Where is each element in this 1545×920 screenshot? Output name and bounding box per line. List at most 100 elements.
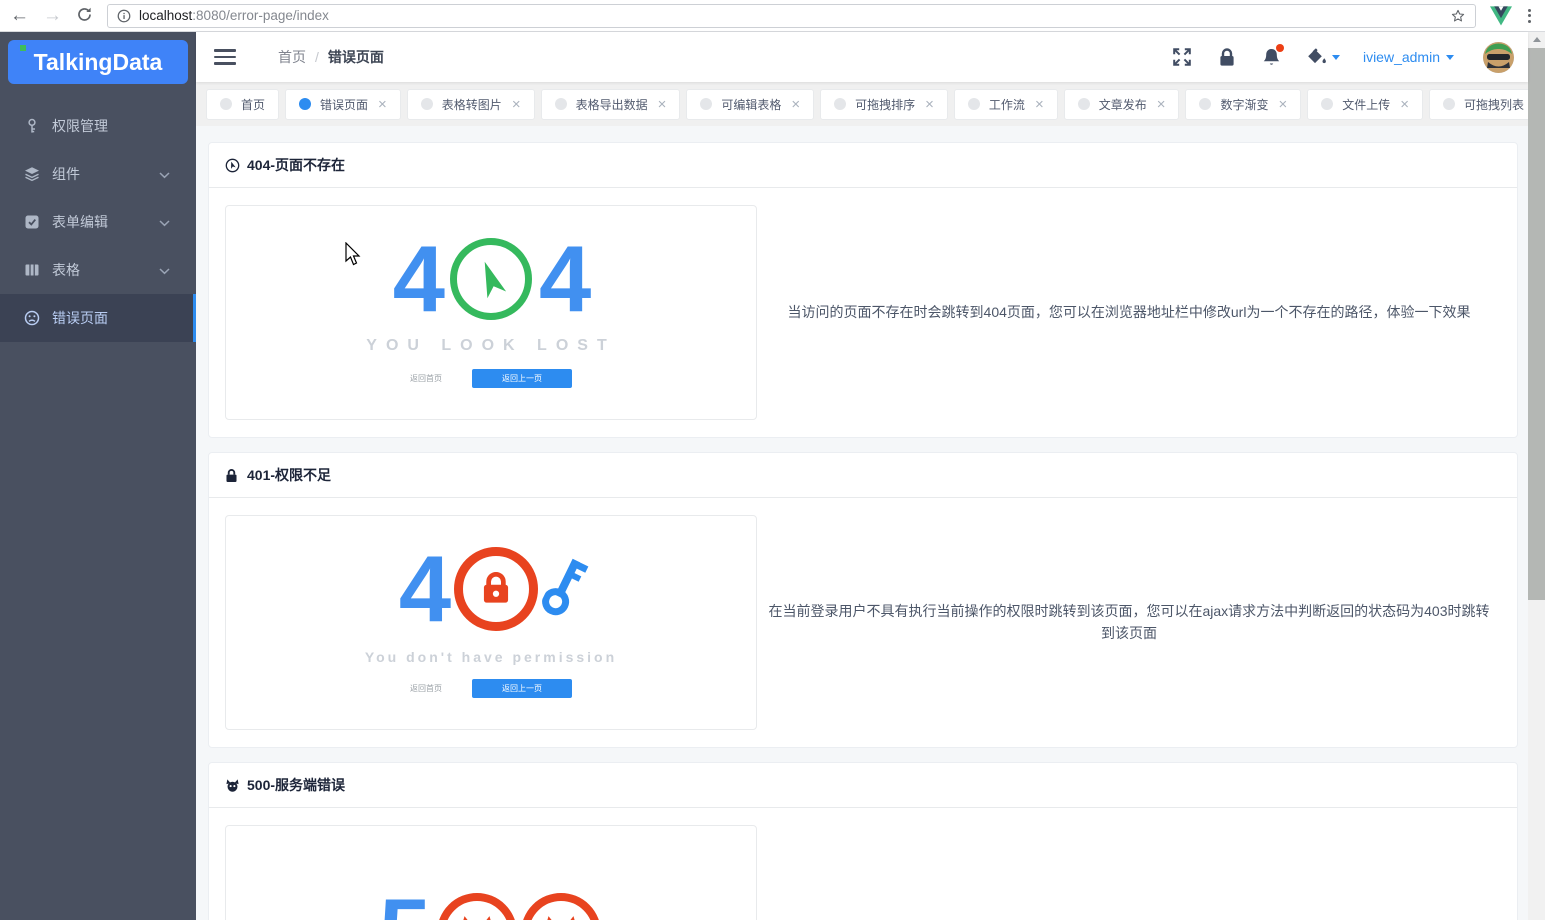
close-icon[interactable]: ×: [658, 97, 667, 112]
fullscreen-icon[interactable]: [1171, 46, 1193, 68]
tab-dot-icon: [299, 98, 312, 110]
card-401: 401-权限不足 4 You don't have permission 返回首…: [208, 452, 1518, 748]
bookmark-star-icon[interactable]: [1450, 8, 1466, 24]
address-bar[interactable]: localhost:8080/error-page/index: [107, 3, 1476, 28]
chevron-down-icon: [159, 166, 170, 182]
tab-label: 错误页面: [320, 97, 369, 112]
tab-dot-icon: [220, 98, 232, 110]
app-shell: TalkingData 权限管理 组件 表单编辑 表格 错误页面 首页 / 错误…: [0, 32, 1528, 920]
key-icon: [24, 118, 40, 134]
navigate-icon: [225, 158, 240, 173]
back-previous-button[interactable]: 返回上一页: [471, 369, 572, 389]
key-icon: [536, 551, 597, 628]
card-401-header: 401-权限不足: [209, 453, 1517, 498]
error-code-digit: 5: [379, 885, 431, 920]
card-title: 404-页面不存在: [247, 157, 346, 173]
card-title: 500-服务端错误: [247, 777, 346, 793]
tab-number-gradient[interactable]: 数字渐变 ×: [1185, 88, 1302, 120]
url-text[interactable]: localhost:8080/error-page/index: [139, 8, 1442, 23]
back-home-button[interactable]: 返回首页: [410, 683, 442, 694]
chevron-down-icon: [1331, 54, 1340, 60]
error-code-digit: 4: [392, 225, 445, 331]
tab-label: 可拖拽排序: [855, 97, 916, 112]
sidebar-item-components[interactable]: 组件: [0, 150, 196, 198]
sidebar: TalkingData 权限管理 组件 表单编辑 表格 错误页面: [0, 32, 196, 920]
error-slogan: You don't have permission: [364, 649, 618, 666]
tab-home[interactable]: 首页: [206, 88, 280, 120]
logo-green-square: [20, 45, 26, 51]
page-info-icon[interactable]: [117, 9, 131, 23]
tab-dot-icon: [420, 98, 433, 110]
tab-table-to-image[interactable]: 表格转图片 ×: [406, 88, 535, 120]
checkbox-icon: [24, 214, 40, 230]
sidebar-item-table[interactable]: 表格: [0, 246, 196, 294]
sidebar-item-label: 表单编辑: [52, 214, 108, 230]
tab-label: 可拖拽列表: [1464, 97, 1525, 112]
sidebar-item-permission[interactable]: 权限管理: [0, 102, 196, 150]
tab-label: 工作流: [988, 97, 1025, 112]
devil-circle-icon: [437, 892, 518, 920]
tag-tabs-bar: 首页 错误页面 × 表格转图片 × 表格导出数据 × 可编辑表格 × 可拖拽排序…: [196, 82, 1528, 126]
avatar[interactable]: [1483, 41, 1514, 73]
sidebar-menu: 权限管理 组件 表单编辑 表格 错误页面: [0, 102, 196, 342]
theme-switcher[interactable]: [1306, 46, 1340, 68]
layers-icon: [24, 166, 40, 182]
tab-dot-icon: [700, 98, 713, 110]
error-500-preview: 5: [225, 825, 757, 920]
scrollbar-up-icon[interactable]: [1528, 32, 1545, 47]
close-icon[interactable]: ×: [1157, 97, 1166, 112]
theme-ink-icon: [1306, 46, 1328, 68]
chevron-down-icon: [159, 262, 170, 278]
tab-dot-icon: [1199, 98, 1212, 110]
card-404-header: 404-页面不存在: [209, 143, 1517, 188]
back-home-button[interactable]: 返回首页: [410, 373, 442, 384]
sidebar-item-form-edit[interactable]: 表单编辑: [0, 198, 196, 246]
back-previous-button[interactable]: 返回上一页: [471, 679, 572, 699]
close-icon[interactable]: ×: [925, 97, 934, 112]
error-slogan: YOU LOOK LOST: [366, 337, 616, 355]
bell-icon[interactable]: [1261, 44, 1284, 68]
tab-dot-icon: [1077, 98, 1090, 110]
tab-article-publish[interactable]: 文章发布 ×: [1063, 88, 1180, 120]
grid-icon: [24, 262, 40, 278]
lock-icon[interactable]: [1216, 46, 1238, 68]
collapse-menu-icon[interactable]: [214, 49, 236, 65]
tab-label: 可编辑表格: [721, 97, 782, 112]
error-code-digit: 4: [538, 225, 591, 331]
sidebar-item-label: 错误页面: [52, 310, 108, 326]
card-title: 401-权限不足: [247, 467, 332, 483]
card-500: 500-服务端错误 5: [208, 762, 1518, 920]
sidebar-item-error-page[interactable]: 错误页面: [0, 294, 196, 342]
breadcrumb-current: 错误页面: [327, 49, 384, 65]
tab-editable-table[interactable]: 可编辑表格 ×: [686, 88, 815, 120]
close-icon[interactable]: ×: [1035, 97, 1044, 112]
tab-workflow[interactable]: 工作流 ×: [953, 88, 1058, 120]
sad-face-icon: [24, 310, 40, 326]
tab-table-export[interactable]: 表格导出数据 ×: [540, 88, 681, 120]
user-menu[interactable]: iview_admin: [1363, 49, 1454, 65]
logo-text: TalkingData: [33, 48, 163, 75]
tab-label: 表格导出数据: [575, 97, 648, 112]
tab-file-upload[interactable]: 文件上传 ×: [1307, 88, 1424, 120]
tab-label: 表格转图片: [441, 97, 502, 112]
browser-forward-icon[interactable]: →: [43, 6, 62, 25]
browser-back-icon[interactable]: ←: [10, 6, 29, 25]
page-scrollbar[interactable]: [1528, 32, 1545, 920]
tab-error-page[interactable]: 错误页面 ×: [285, 88, 401, 120]
close-icon[interactable]: ×: [1279, 97, 1288, 112]
close-icon[interactable]: ×: [512, 97, 521, 112]
sidebar-item-label: 组件: [52, 166, 80, 182]
browser-refresh-icon[interactable]: [76, 5, 93, 27]
browser-toolbar: ← → localhost:8080/error-page/index: [0, 0, 1545, 32]
browser-menu-icon[interactable]: [1526, 7, 1533, 25]
logo[interactable]: TalkingData: [8, 40, 188, 84]
tab-drag-sort[interactable]: 可拖拽排序 ×: [820, 88, 948, 120]
vue-devtools-icon[interactable]: [1490, 5, 1512, 26]
breadcrumb-home[interactable]: 首页: [278, 47, 306, 67]
tab-drag-list[interactable]: 可拖拽列表 ×: [1429, 88, 1528, 120]
close-icon[interactable]: ×: [1400, 97, 1409, 112]
tab-label: 文章发布: [1098, 97, 1147, 112]
close-icon[interactable]: ×: [791, 97, 800, 112]
scrollbar-thumb[interactable]: [1528, 48, 1545, 600]
close-icon[interactable]: ×: [378, 97, 387, 112]
